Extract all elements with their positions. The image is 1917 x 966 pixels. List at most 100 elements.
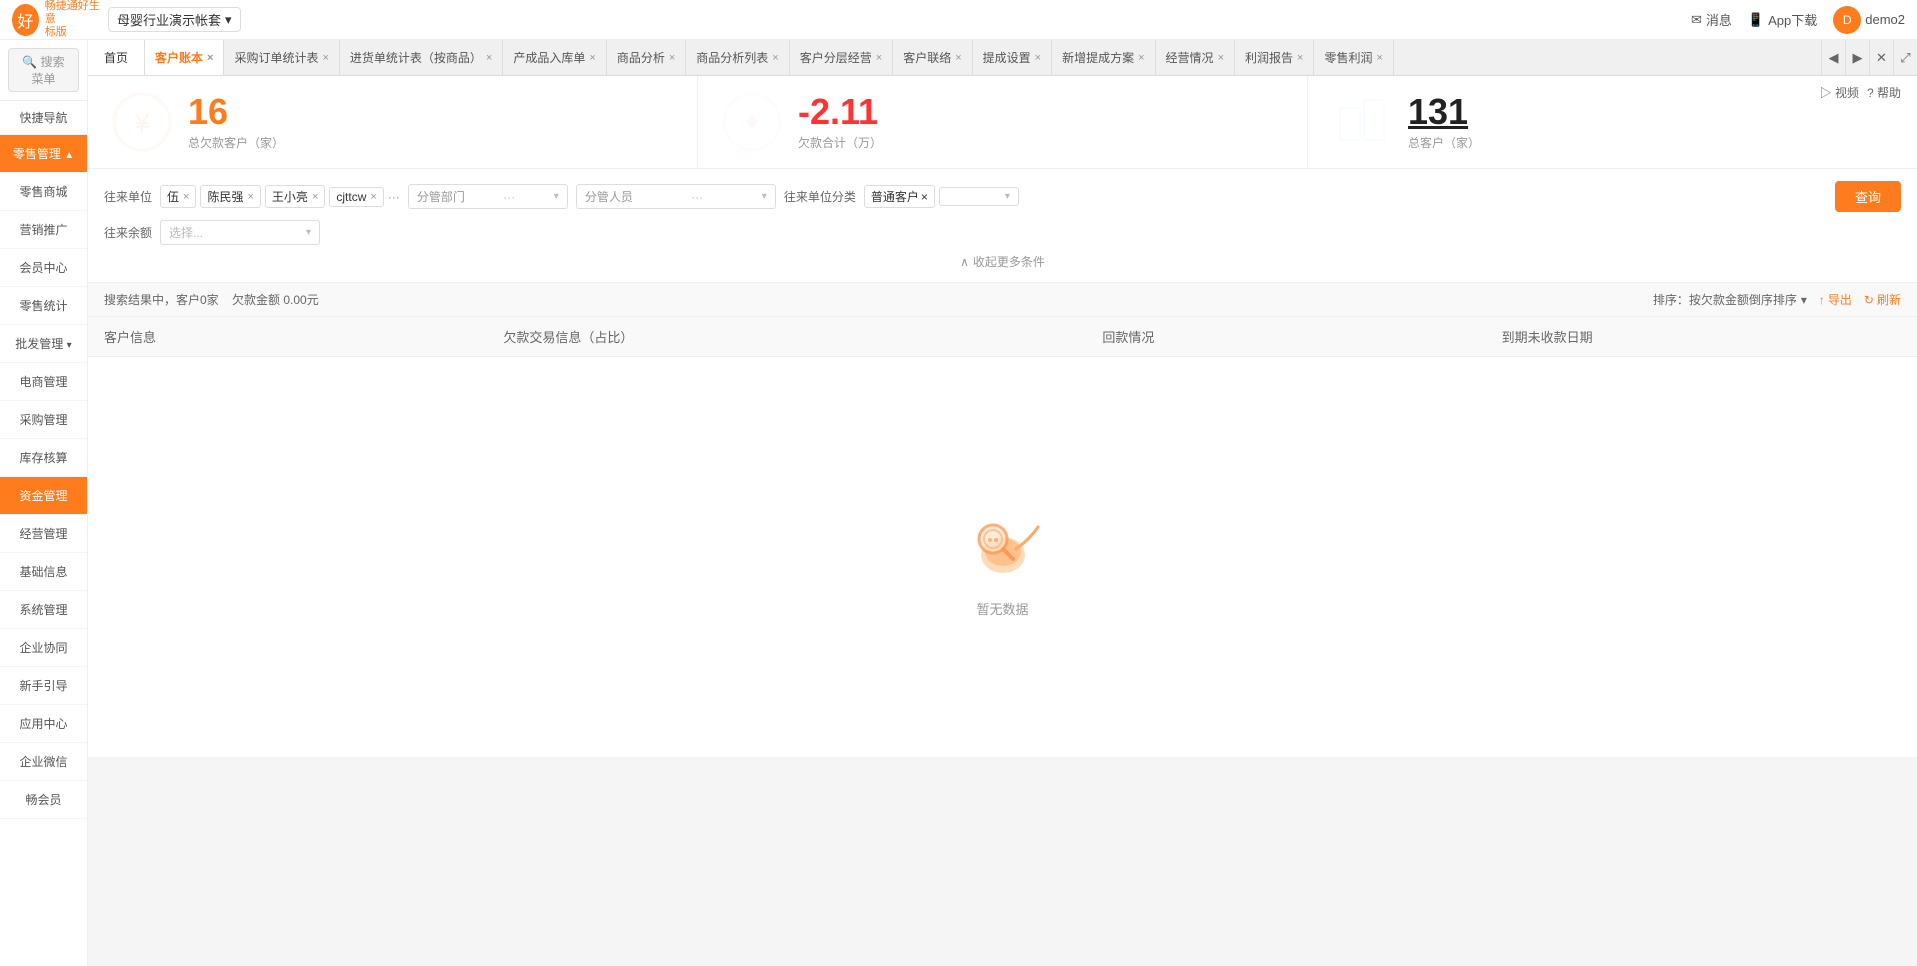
tab-customer-segmentation[interactable]: 客户分层经营 ×	[790, 40, 893, 76]
sidebar-item-enterprise-wechat[interactable]: 企业微信	[0, 743, 87, 781]
sidebar-item-app-center[interactable]: 应用中心	[0, 705, 87, 743]
tab-close-icon[interactable]: ×	[486, 52, 492, 64]
filter-tag-chen[interactable]: 陈民强 ×	[200, 185, 260, 208]
stat-value-customers: 16	[188, 94, 284, 130]
tab-close-icon[interactable]: ×	[322, 52, 328, 64]
tab-product-inbound[interactable]: 产成品入库单 ×	[503, 40, 606, 76]
user-menu[interactable]: D demo2	[1833, 6, 1905, 34]
col-due-date: 到期未收款日期	[1502, 327, 1901, 346]
logo-icon: 好	[12, 4, 39, 36]
tag-close-chen[interactable]: ×	[247, 191, 253, 203]
balance-filter-select[interactable]: 选择... ▾	[160, 220, 320, 245]
tab-commission-settings[interactable]: 提成设置 ×	[973, 40, 1052, 76]
sort-select[interactable]: 排序：按欠款金额倒序排序 ▾	[1653, 291, 1807, 308]
unit-class-filter-label: 往来单位分类	[784, 188, 856, 205]
unit-class-select[interactable]: ▾	[939, 187, 1019, 206]
sidebar-item-basic-info[interactable]: 基础信息	[0, 553, 87, 591]
stats-top-right-links: ▷ 视频 ? 帮助	[1820, 84, 1901, 101]
sidebar-item-retail-stats[interactable]: 零售统计	[0, 287, 87, 325]
refresh-button[interactable]: ↻ 刷新	[1864, 291, 1901, 308]
sidebar-item-enterprise-collab[interactable]: 企业协同	[0, 629, 87, 667]
tab-close-icon[interactable]: ×	[1297, 52, 1303, 64]
sidebar-item-purchase[interactable]: 采购管理	[0, 401, 87, 439]
sidebar-item-operations[interactable]: 经营管理	[0, 515, 87, 553]
tag-close-normal[interactable]: ×	[921, 190, 928, 204]
tab-retail-profit[interactable]: 零售利润 ×	[1314, 40, 1393, 76]
tab-close-icon[interactable]: ×	[1138, 52, 1144, 64]
tab-home[interactable]: 首页	[88, 40, 145, 76]
nav-close-all-button[interactable]: ✕	[1869, 40, 1893, 76]
sidebar-item-inventory[interactable]: 库存核算	[0, 439, 87, 477]
tab-close-icon[interactable]: ×	[1218, 52, 1224, 64]
filter-tag-wang[interactable]: 王小亮 ×	[265, 185, 325, 208]
tab-close-icon[interactable]: ×	[1035, 52, 1041, 64]
refresh-icon: ↻	[1864, 293, 1874, 307]
result-bar-right: 排序：按欠款金额倒序排序 ▾ ↑ 导出 ↻ 刷新	[1653, 291, 1901, 308]
tab-customer-contact[interactable]: 客户联络 ×	[893, 40, 972, 76]
sidebar-item-retail-mgmt[interactable]: 零售管理 ▲	[0, 135, 87, 173]
svg-text:¥: ¥	[133, 107, 150, 138]
dept-filter-select[interactable]: 分管部门 ··· ▾	[408, 184, 568, 209]
filter-row-2: 往来余额 选择... ▾	[104, 220, 1901, 245]
tab-close-icon[interactable]: ×	[207, 52, 213, 64]
nav-next-button[interactable]: ▶	[1845, 40, 1869, 76]
result-bar: 搜索结果中，客户0家 欠款金额 0.00元 排序：按欠款金额倒序排序 ▾ ↑ 导…	[88, 283, 1917, 317]
tag-close-wu[interactable]: ×	[183, 191, 189, 203]
tab-product-analysis[interactable]: 商品分析 ×	[607, 40, 686, 76]
tab-operations-status[interactable]: 经营情况 ×	[1156, 40, 1235, 76]
sidebar-item-member[interactable]: 畅会员	[0, 781, 87, 819]
messages-button[interactable]: ✉ 消息	[1691, 10, 1732, 29]
query-button[interactable]: 查询	[1835, 181, 1901, 212]
filter-tag-wu[interactable]: 伍 ×	[160, 185, 196, 208]
video-link[interactable]: ▷ 视频	[1820, 84, 1859, 101]
export-button[interactable]: ↑ 导出	[1819, 291, 1852, 308]
sidebar-item-wholesale-mgmt[interactable]: 批发管理 ▾	[0, 325, 87, 363]
tag-close-cjttcw[interactable]: ×	[370, 191, 376, 203]
unit-filter-label: 往来单位	[104, 188, 152, 205]
tab-add-commission-plan[interactable]: 新增提成方案 ×	[1052, 40, 1155, 76]
result-info: 搜索结果中，客户0家 欠款金额 0.00元	[104, 291, 319, 308]
stat-text-debt: -2.11 欠款合计（万）	[798, 94, 882, 151]
tag-close-wang[interactable]: ×	[312, 191, 318, 203]
stat-value-debt: -2.11	[798, 94, 882, 130]
nav-arrows: ◀ ▶ ✕ ⤢	[1821, 40, 1917, 76]
nav-expand-button[interactable]: ⤢	[1893, 40, 1917, 76]
stat-value-total-customers: 131	[1408, 94, 1480, 130]
svg-text:✦: ✦	[740, 107, 763, 138]
person-filter-select[interactable]: 分管人员 ··· ▾	[576, 184, 776, 209]
tab-product-analysis-list[interactable]: 商品分析列表 ×	[686, 40, 789, 76]
nav-prev-button[interactable]: ◀	[1821, 40, 1845, 76]
tab-incoming-goods-stats[interactable]: 进货单统计表（按商品） ×	[340, 40, 503, 76]
tab-customer-account[interactable]: 客户账本 ×	[145, 40, 224, 76]
tab-close-icon[interactable]: ×	[772, 52, 778, 64]
sidebar-item-retail-mall[interactable]: 零售商城	[0, 173, 87, 211]
sidebar-item-member-center[interactable]: 会员中心	[0, 249, 87, 287]
tab-close-icon[interactable]: ×	[589, 52, 595, 64]
sidebar-item-ecommerce[interactable]: 电商管理	[0, 363, 87, 401]
help-link[interactable]: ? 帮助	[1867, 84, 1901, 101]
quick-nav-button[interactable]: 快捷导航	[0, 101, 87, 135]
sidebar: 🔍 搜索菜单 快捷导航 零售管理 ▲ 零售商城 营销推广 会员中心 零售统计 批…	[0, 40, 88, 966]
col-customer-info: 客户信息	[104, 327, 503, 346]
tab-purchase-order-stats[interactable]: 采购订单统计表 ×	[224, 40, 339, 76]
avatar: D	[1833, 6, 1861, 34]
filter-tag-cjttcw[interactable]: cjttcw ×	[329, 187, 383, 207]
sidebar-item-marketing[interactable]: 营销推广	[0, 211, 87, 249]
filter-more-button[interactable]: ···	[388, 190, 400, 204]
tab-close-icon[interactable]: ×	[955, 52, 961, 64]
search-menu-button[interactable]: 🔍 搜索菜单	[8, 48, 79, 92]
app-download-button[interactable]: 📱 App下载	[1748, 10, 1817, 29]
unit-class-tag-normal[interactable]: 普通客户 ×	[864, 185, 935, 208]
main-content: ¥ 16 总欠款客户（家） ✦ -2.11 欠款合计（万）	[88, 76, 1917, 966]
tab-close-icon[interactable]: ×	[669, 52, 675, 64]
tab-close-icon[interactable]: ×	[876, 52, 882, 64]
sidebar-item-newbie-guide[interactable]: 新手引导	[0, 667, 87, 705]
empty-state-icon	[958, 497, 1048, 587]
tab-close-icon[interactable]: ×	[1376, 52, 1382, 64]
sidebar-item-finance[interactable]: 资金管理	[0, 477, 87, 515]
sidebar-item-system-mgmt[interactable]: 系统管理	[0, 591, 87, 629]
collapse-button[interactable]: ∧ 收起更多条件	[104, 253, 1901, 270]
company-selector[interactable]: 母婴行业演示帐套 ▾	[108, 7, 241, 32]
stat-text-total-customers: 131 总客户（家）	[1408, 94, 1480, 151]
tab-profit-report[interactable]: 利润报告 ×	[1235, 40, 1314, 76]
